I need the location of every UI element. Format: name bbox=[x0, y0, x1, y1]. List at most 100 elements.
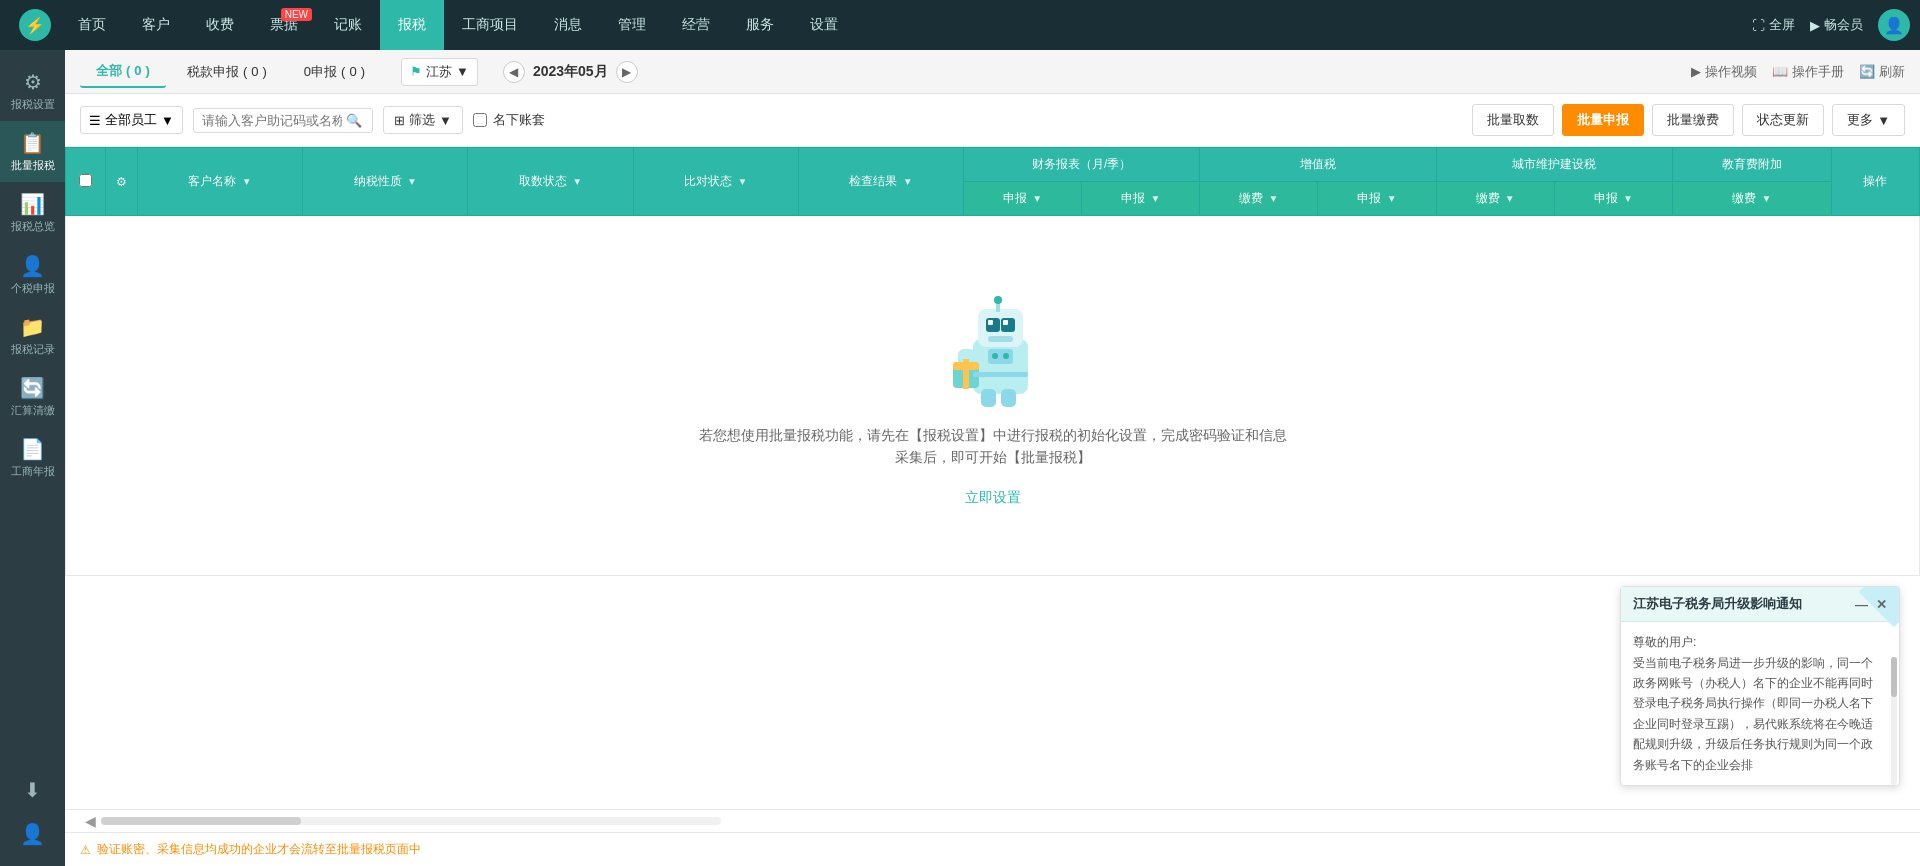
nav-industry[interactable]: 工商项目 bbox=[444, 0, 536, 50]
chevron-down-icon: ▼ bbox=[439, 113, 452, 128]
popup-close-btn[interactable]: ✕ bbox=[1876, 597, 1887, 612]
scroll-thumb[interactable] bbox=[101, 817, 301, 825]
svg-rect-4 bbox=[988, 320, 993, 325]
download-icon: ⬇ bbox=[24, 778, 41, 802]
th-vat-pay: 缴费 ▼ bbox=[1200, 182, 1318, 216]
svg-point-18 bbox=[1003, 353, 1009, 359]
th-compare-status: 比对状态 ▼ bbox=[633, 148, 798, 216]
refresh-icon: 🔄 bbox=[20, 376, 45, 400]
tab-tax-report[interactable]: 税款申报(0) bbox=[171, 57, 283, 87]
empty-message: 若您想使用批量报税功能，请先在【报税设置】中进行报税的初始化设置，完成密码验证和… bbox=[693, 424, 1293, 469]
fullscreen-btn[interactable]: ⛶ 全屏 bbox=[1752, 16, 1795, 34]
nav-invoice[interactable]: 票据 NEW bbox=[252, 0, 316, 50]
search-icon[interactable]: 🔍 bbox=[346, 113, 362, 128]
sidebar-bottom: ⬇ 👤 bbox=[0, 768, 65, 866]
nav-right: ⛶ 全屏 ▶ 畅会员 👤 bbox=[1752, 9, 1910, 41]
svg-rect-0 bbox=[973, 339, 1028, 394]
sub-tabs-actions: ▶ 操作视频 📖 操作手册 🔄 刷新 bbox=[1691, 63, 1905, 81]
filter-list-icon: ☰ bbox=[89, 113, 101, 128]
horizontal-scrollbar: ◀ bbox=[65, 809, 1920, 832]
sidebar-item-personal-tax[interactable]: 👤 个税申报 bbox=[0, 244, 65, 305]
th-settings: ⚙ bbox=[106, 148, 138, 216]
th-education-report: 申报 ▼ bbox=[1554, 182, 1672, 216]
nav-billing[interactable]: 收费 bbox=[188, 0, 252, 50]
th-education-pay: 缴费 ▼ bbox=[1672, 182, 1831, 216]
th-tax-nature: 纳税性质 ▼ bbox=[303, 148, 468, 216]
sidebar-item-annual-report[interactable]: 📄 工商年报 bbox=[0, 427, 65, 488]
nav-accounting[interactable]: 记账 bbox=[316, 0, 380, 50]
warning-icon: ⚠ bbox=[80, 843, 91, 857]
status-update-btn[interactable]: 状态更新 bbox=[1742, 104, 1824, 136]
nav-settings[interactable]: 设置 bbox=[792, 0, 856, 50]
logo-icon: ⚡ bbox=[19, 9, 51, 41]
tab-zero-report[interactable]: 0申报(0) bbox=[288, 57, 381, 87]
user-avatar[interactable]: 👤 bbox=[1878, 9, 1910, 41]
nav-customer[interactable]: 客户 bbox=[124, 0, 188, 50]
tab-all[interactable]: 全部(0) bbox=[80, 56, 166, 88]
operation-manual-btn[interactable]: 📖 操作手册 bbox=[1772, 63, 1844, 81]
th-action: 操作 bbox=[1831, 148, 1919, 216]
svg-rect-16 bbox=[988, 349, 1013, 364]
sidebar-item-settlement[interactable]: 🔄 汇算清缴 bbox=[0, 366, 65, 427]
doc-icon: 📄 bbox=[20, 437, 45, 461]
th-financial-report: 财务报表（月/季） bbox=[964, 148, 1200, 182]
nav-message[interactable]: 消息 bbox=[536, 0, 600, 50]
province-select[interactable]: ⚑ 江苏 ▼ bbox=[401, 58, 478, 86]
next-month-btn[interactable]: ▶ bbox=[616, 61, 638, 83]
setup-link[interactable]: 立即设置 bbox=[965, 489, 1021, 507]
th-customer-name: 客户名称 ▼ bbox=[138, 148, 303, 216]
employee-dropdown[interactable]: ☰ 全部员工 ▼ bbox=[80, 106, 183, 134]
batch-report-btn[interactable]: 批量申报 bbox=[1562, 104, 1644, 136]
scroll-track[interactable] bbox=[101, 817, 721, 825]
logo[interactable]: ⚡ bbox=[10, 0, 60, 50]
popup-content: 尊敬的用户:受当前电子税务局进一步升级的影响，同一个政务网账号（办税人）名下的企… bbox=[1633, 632, 1887, 775]
svg-rect-6 bbox=[988, 336, 1013, 342]
popup-body: 尊敬的用户:受当前电子税务局进一步升级的影响，同一个政务网账号（办税人）名下的企… bbox=[1621, 622, 1899, 785]
chevron-down-icon: ▼ bbox=[456, 64, 469, 79]
nav-operation[interactable]: 经营 bbox=[664, 0, 728, 50]
nav-home[interactable]: 首页 bbox=[60, 0, 124, 50]
th-checkbox bbox=[66, 148, 106, 216]
operation-video-btn[interactable]: ▶ 操作视频 bbox=[1691, 63, 1757, 81]
nav-manage[interactable]: 管理 bbox=[600, 0, 664, 50]
popup-scroll-thumb bbox=[1891, 657, 1897, 697]
person-icon: 👤 bbox=[20, 254, 45, 278]
svg-point-8 bbox=[994, 296, 1002, 304]
chevron-down-icon: ▼ bbox=[161, 113, 174, 128]
sidebar-item-tax-overview[interactable]: 📊 报税总览 bbox=[0, 182, 65, 243]
th-city-tax-pay: 缴费 ▼ bbox=[1436, 182, 1554, 216]
svg-rect-12 bbox=[963, 359, 969, 389]
popup-minimize-btn[interactable]: — bbox=[1855, 597, 1868, 612]
chart-icon: 📊 bbox=[20, 192, 45, 216]
batch-pay-btn[interactable]: 批量缴费 bbox=[1652, 104, 1734, 136]
search-input[interactable] bbox=[202, 113, 342, 128]
checkbox-subaccount[interactable]: 名下账套 bbox=[473, 111, 545, 129]
batch-fetch-btn[interactable]: 批量取数 bbox=[1472, 104, 1554, 136]
sub-tabs-bar: 全部(0) 税款申报(0) 0申报(0) ⚑ 江苏 ▼ ◀ 2023年05月 ▶ bbox=[65, 50, 1920, 94]
sidebar-item-tax-settings[interactable]: ⚙ 报税设置 bbox=[0, 60, 65, 121]
top-navigation: ⚡ 首页 客户 收费 票据 NEW 记账 报税 工商项目 消息 管理 经营 服务… bbox=[0, 0, 1920, 50]
filter-button[interactable]: ⊞ 筛选 ▼ bbox=[383, 106, 463, 134]
sidebar-item-download[interactable]: ⬇ bbox=[0, 768, 65, 812]
nav-service[interactable]: 服务 bbox=[728, 0, 792, 50]
svg-rect-15 bbox=[973, 372, 1028, 377]
scroll-left-btn[interactable]: ◀ bbox=[80, 813, 101, 829]
sidebar-item-tax-records[interactable]: 📁 报税记录 bbox=[0, 305, 65, 366]
prev-month-btn[interactable]: ◀ bbox=[503, 61, 525, 83]
new-badge: NEW bbox=[281, 8, 312, 21]
more-btn[interactable]: 更多 ▼ bbox=[1832, 104, 1905, 136]
sidebar-item-user[interactable]: 👤 bbox=[0, 812, 65, 856]
subaccount-checkbox[interactable] bbox=[473, 113, 487, 127]
sidebar-item-batch-tax[interactable]: 📋 批量报税 bbox=[0, 121, 65, 182]
th-financial-report: 申报 ▼ bbox=[964, 182, 1082, 216]
bottom-bar: ⚠ 验证账密、采集信息均成功的企业才会流转至批量报税页面中 bbox=[65, 832, 1920, 866]
select-all-checkbox[interactable] bbox=[79, 174, 92, 187]
folder-icon: 📁 bbox=[20, 315, 45, 339]
popup-scrollbar[interactable] bbox=[1891, 657, 1897, 785]
settings-icon[interactable]: ⚙ bbox=[116, 175, 127, 189]
nav-tax[interactable]: 报税 bbox=[380, 0, 444, 50]
refresh-btn[interactable]: 🔄 刷新 bbox=[1859, 63, 1905, 81]
data-table: ⚙ 客户名称 ▼ 纳税性质 ▼ 取数状态 ▼ 比对状态 ▼ bbox=[65, 147, 1920, 576]
th-education-fee: 教育费附加 bbox=[1672, 148, 1831, 182]
member-btn[interactable]: ▶ 畅会员 bbox=[1810, 16, 1863, 34]
